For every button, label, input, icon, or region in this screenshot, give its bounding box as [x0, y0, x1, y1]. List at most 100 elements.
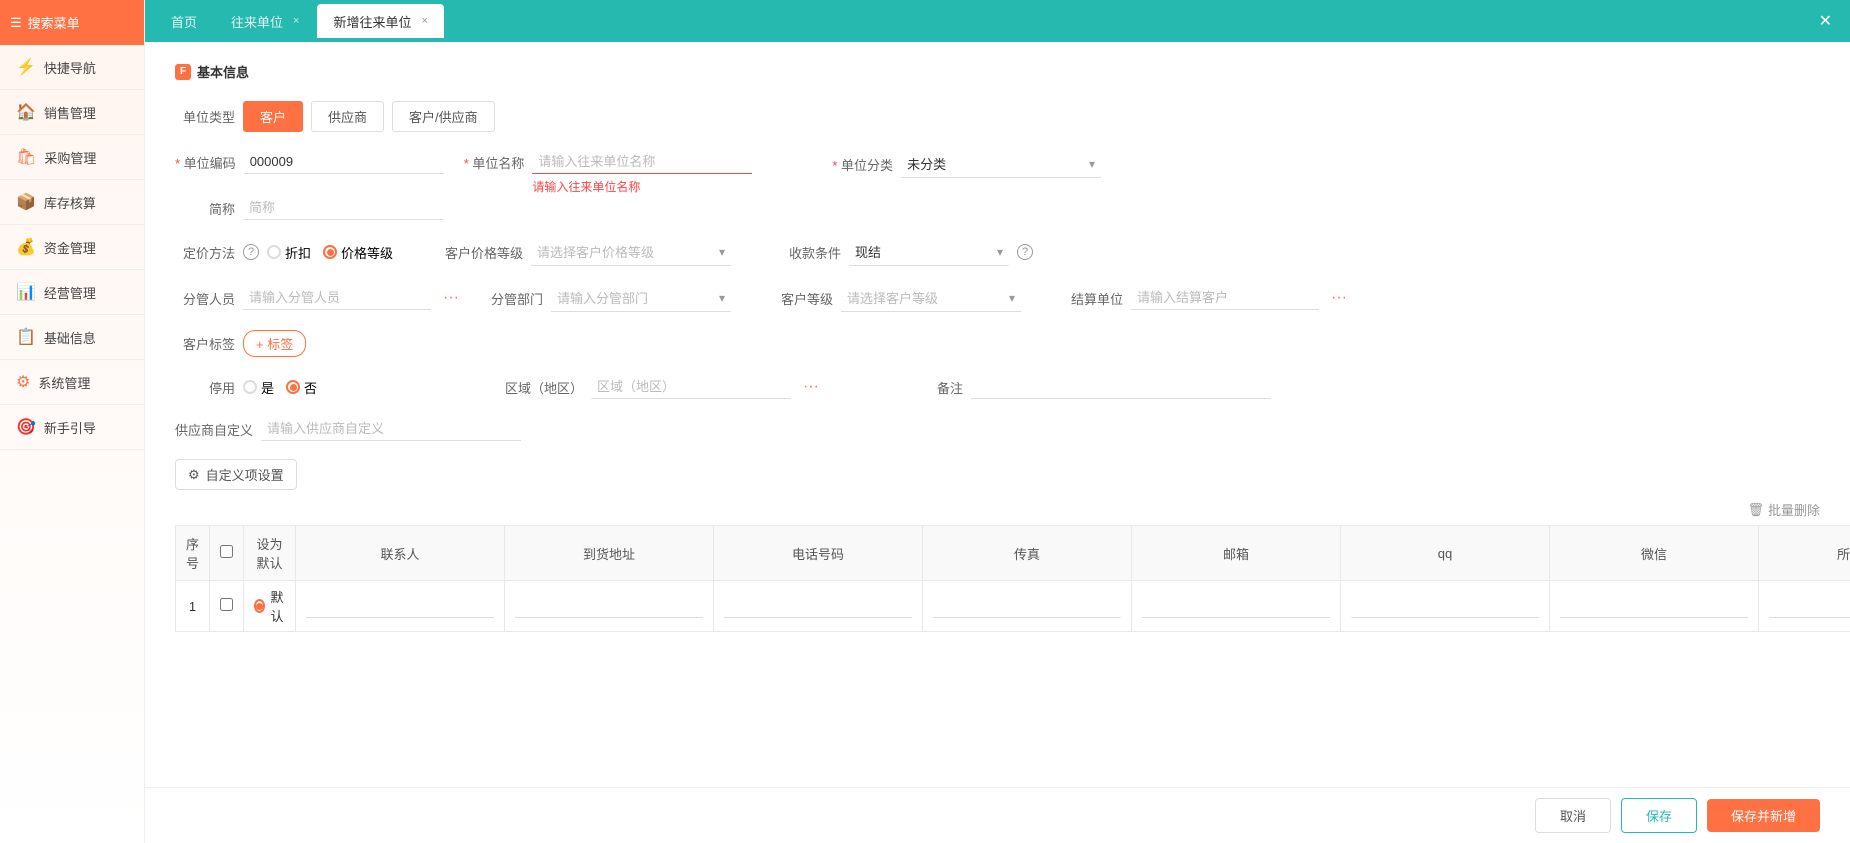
tab-counterparty[interactable]: 往来单位 × [215, 4, 315, 38]
region-group: 区域（地区） ··· [505, 375, 823, 399]
basic-icon: 📋 [16, 327, 36, 347]
settlement-unit-input[interactable] [1131, 286, 1319, 310]
qq-input[interactable] [1351, 594, 1539, 618]
custom-settings-button[interactable]: ⚙ 自定义项设置 [175, 459, 297, 490]
radio-price-level-circle [323, 245, 337, 259]
contact-input[interactable] [306, 594, 494, 618]
disabled-label: 停用 [175, 378, 235, 397]
short-name-group: 简称 [175, 196, 443, 220]
code-name-category-row: 单位编码 单位名称 请输入往来单位名称 单位分类 未分类 ▾ [175, 150, 1820, 178]
contacts-table-section: 🗑 批量删除 序号 设为默认 联系人 到货地址 电话号码 传真 邮箱 qq [175, 500, 1820, 632]
short-name-input[interactable] [243, 196, 443, 220]
sidebar-item-operations[interactable]: 📊 经营管理 [0, 270, 144, 315]
col-wechat: 微信 [1550, 526, 1759, 581]
fax-input[interactable] [933, 594, 1121, 618]
default-radio[interactable]: 默认 [254, 587, 285, 625]
manager-group: 分管人员 ··· [175, 286, 463, 310]
sidebar-item-label: 新手引导 [44, 418, 96, 437]
price-level-select[interactable]: 请选择客户价格等级 ▾ [531, 238, 731, 266]
tab-counterparty-close[interactable]: × [293, 15, 299, 27]
section-icon: F [175, 64, 191, 80]
col-default: 设为默认 [244, 526, 296, 581]
cell-wechat[interactable] [1550, 581, 1759, 632]
manager-input[interactable] [243, 286, 431, 310]
default-radio-label: 默认 [269, 587, 285, 625]
unit-category-select[interactable]: 未分类 ▾ [901, 150, 1101, 178]
sidebar-item-purchase[interactable]: 🛍 采购管理 [0, 135, 144, 180]
col-qq: qq [1341, 526, 1550, 581]
save-new-button[interactable]: 保存并新增 [1707, 799, 1820, 832]
radio-price-level[interactable]: 价格等级 [323, 243, 393, 262]
customer-level-arrow: ▾ [1009, 291, 1015, 305]
customer-level-select[interactable]: 请选择客户等级 ▾ [841, 284, 1021, 312]
wechat-input[interactable] [1560, 594, 1748, 618]
remark-input[interactable] [971, 375, 1271, 399]
cell-region[interactable] [1759, 581, 1850, 632]
email-input[interactable] [1142, 594, 1330, 618]
col-seq: 序号 [176, 526, 210, 581]
pricing-help-icon[interactable]: ? [243, 244, 259, 260]
quick-nav-icon: ⚡ [16, 57, 36, 77]
col-region: 所在地区 [1759, 526, 1850, 581]
region-input[interactable] [591, 375, 791, 399]
cell-phone[interactable] [714, 581, 923, 632]
department-select[interactable]: 请输入分管部门 ▾ [551, 284, 731, 312]
sidebar-item-sales[interactable]: 🏠 销售管理 [0, 90, 144, 135]
batch-delete-button[interactable]: 🗑 批量删除 [1747, 500, 1820, 519]
sidebar-item-guide[interactable]: 🎯 新手引导 [0, 405, 144, 450]
unit-type-buttons: 客户 供应商 客户/供应商 [243, 101, 495, 132]
cell-email[interactable] [1132, 581, 1341, 632]
add-tag-button[interactable]: + 标签 [243, 330, 306, 357]
region-cell-input[interactable] [1769, 594, 1850, 618]
cell-default: 默认 [244, 581, 296, 632]
sidebar-item-system[interactable]: ⚙ 系统管理 [0, 360, 144, 405]
payment-terms-group: 收款条件 现结 ▾ ? [781, 238, 1033, 266]
radio-disabled-yes[interactable]: 是 [243, 378, 274, 397]
select-all-checkbox[interactable] [220, 545, 233, 558]
unit-name-input-wrapper: 请输入往来单位名称 [532, 150, 752, 174]
phone-input[interactable] [724, 594, 912, 618]
cell-fax[interactable] [923, 581, 1132, 632]
save-button[interactable]: 保存 [1621, 798, 1697, 833]
tab-home[interactable]: 首页 [155, 4, 213, 38]
inventory-icon: 📦 [16, 192, 36, 212]
price-level-group: 客户价格等级 请选择客户价格等级 ▾ [445, 238, 731, 266]
sidebar-item-label: 销售管理 [44, 103, 96, 122]
region-dots-btn[interactable]: ··· [799, 378, 823, 396]
sidebar-search[interactable]: ☰ 搜索菜单 [0, 0, 144, 45]
unit-btn-both[interactable]: 客户/供应商 [392, 101, 495, 132]
radio-disabled-no[interactable]: 否 [286, 378, 317, 397]
row-checkbox[interactable] [220, 598, 233, 611]
sidebar-item-quick-nav[interactable]: ⚡ 快捷导航 [0, 45, 144, 90]
radio-discount[interactable]: 折扣 [267, 243, 311, 262]
payment-terms-value: 现结 [855, 242, 993, 261]
tabbar-close-button[interactable]: ✕ [1811, 7, 1840, 35]
department-arrow: ▾ [719, 291, 725, 305]
cell-contact[interactable] [296, 581, 505, 632]
custom-settings-label: 自定义项设置 [206, 465, 284, 484]
cell-qq[interactable] [1341, 581, 1550, 632]
unit-code-input[interactable] [244, 150, 444, 174]
settlement-dots-btn[interactable]: ··· [1327, 289, 1351, 307]
unit-btn-supplier[interactable]: 供应商 [311, 101, 384, 132]
sidebar-item-finance[interactable]: 💰 资金管理 [0, 225, 144, 270]
cancel-button[interactable]: 取消 [1535, 798, 1611, 833]
tab-home-label: 首页 [171, 12, 197, 31]
tab-new-counterparty-close[interactable]: × [421, 15, 427, 27]
default-radio-dot [256, 603, 263, 610]
unit-name-input[interactable] [532, 150, 752, 174]
payment-terms-select[interactable]: 现结 ▾ [849, 238, 1009, 266]
remark-label: 备注 [903, 378, 963, 397]
unit-btn-customer[interactable]: 客户 [243, 101, 303, 132]
supplier-custom-input[interactable] [261, 417, 521, 441]
payment-help-icon[interactable]: ? [1017, 244, 1033, 260]
sidebar-item-inventory[interactable]: 📦 库存核算 [0, 180, 144, 225]
tab-new-counterparty[interactable]: 新增往来单位 × [317, 4, 443, 38]
cell-address[interactable] [505, 581, 714, 632]
region-label: 区域（地区） [505, 378, 583, 397]
address-input[interactable] [515, 594, 703, 618]
cell-checkbox[interactable] [210, 581, 244, 632]
price-level-label: 客户价格等级 [445, 243, 523, 262]
sidebar-item-basic[interactable]: 📋 基础信息 [0, 315, 144, 360]
manager-dots-btn[interactable]: ··· [439, 289, 463, 307]
